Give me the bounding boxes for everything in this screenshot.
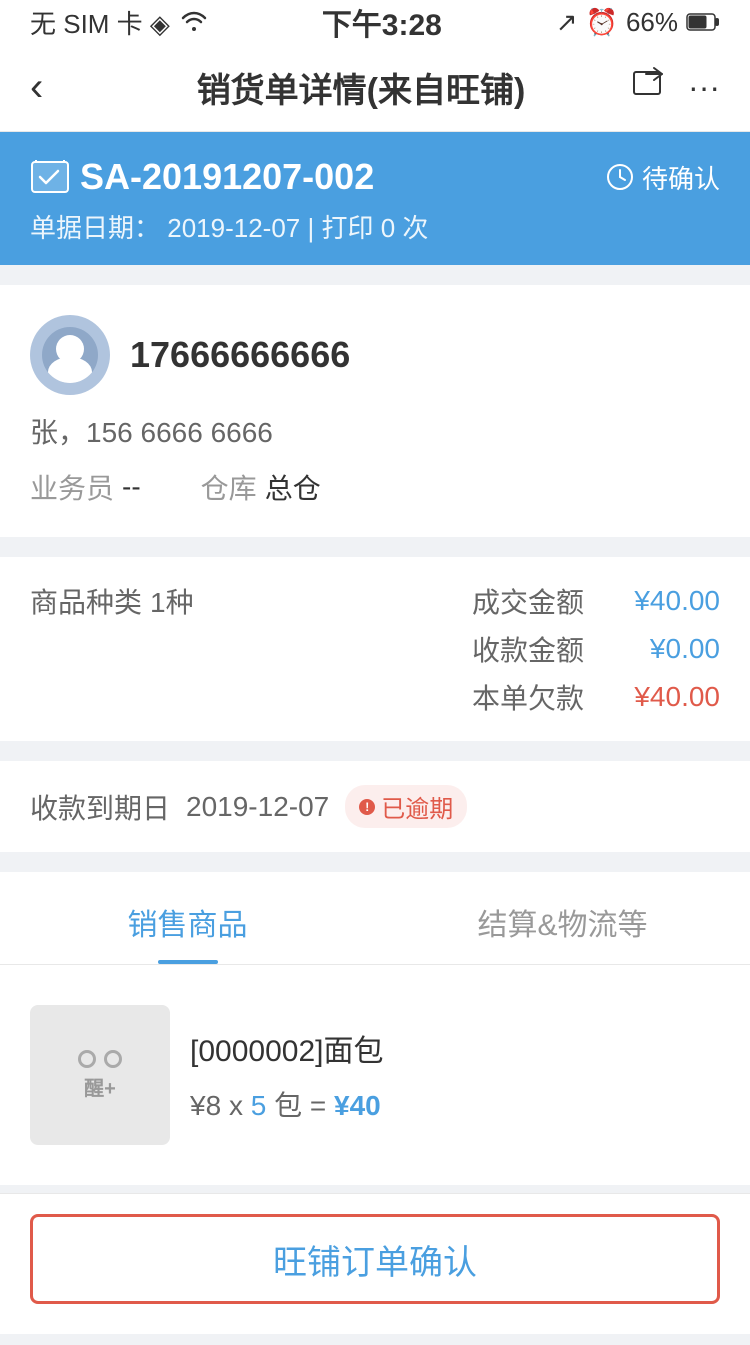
price-multiply: x: [229, 1090, 251, 1121]
sales-meta: 业务员 --: [30, 467, 141, 507]
amount-line-2: 收款金额 ¥0.00: [472, 629, 720, 669]
price-equals: =: [310, 1090, 334, 1121]
customer-top: 17666666666: [30, 315, 720, 395]
battery-percentage: 66%: [626, 7, 678, 38]
customer-meta: 业务员 -- 仓库 总仓: [30, 467, 720, 507]
customer-phone: 17666666666: [130, 334, 350, 376]
sales-label: 业务员: [30, 467, 114, 507]
amount-line-3: 本单欠款 ¥40.00: [472, 677, 720, 717]
share-button[interactable]: [632, 66, 668, 110]
more-button[interactable]: ···: [688, 69, 720, 106]
warehouse-value: 总仓: [265, 467, 321, 507]
avatar: [30, 315, 110, 395]
tab-sales-products[interactable]: 销售商品: [0, 872, 375, 964]
overdue-dot-icon: !: [359, 799, 375, 815]
back-button[interactable]: ‹: [30, 65, 90, 110]
location-icon: ↗: [556, 7, 578, 38]
product-unit: 包: [274, 1090, 302, 1121]
status-left: 无 SIM 卡 ◈: [30, 4, 208, 41]
amounts-right: 成交金额 ¥40.00 收款金额 ¥0.00 本单欠款 ¥40.00: [472, 581, 720, 717]
product-item: 醒+ [0000002]面包 ¥8 x 5 包 = ¥40: [30, 985, 720, 1165]
product-total: ¥40: [334, 1090, 381, 1121]
sales-value: --: [122, 471, 141, 503]
tab-sales-label: 销售商品: [128, 909, 248, 942]
order-status: 待确认: [606, 159, 720, 196]
order-id: SA-20191207-002: [30, 156, 374, 198]
amount-label-1: 成交金额: [472, 581, 584, 621]
status-bar: 无 SIM 卡 ◈ 下午3:28 ↗ ⏰ 66%: [0, 0, 750, 44]
warehouse-meta: 仓库 总仓: [201, 467, 321, 507]
owl-right-eye: [104, 1050, 122, 1068]
product-details: [0000002]面包 ¥8 x 5 包 = ¥40: [190, 1026, 720, 1124]
product-name: [0000002]面包: [190, 1026, 720, 1070]
product-types-label: 商品种类: [30, 581, 142, 621]
amounts-row: 商品种类 1种 成交金额 ¥40.00 收款金额 ¥0.00 本单欠款 ¥40.…: [30, 581, 720, 717]
product-unit-price: ¥8: [190, 1090, 221, 1121]
customer-section: 17666666666 张，156 6666 6666 业务员 -- 仓库 总仓: [0, 285, 750, 537]
product-price-line: ¥8 x 5 包 = ¥40: [190, 1084, 720, 1124]
no-sim-label: 无 SIM 卡 ◈: [30, 4, 170, 41]
product-thumbnail: 醒+: [30, 1005, 170, 1145]
status-right: ↗ ⏰ 66%: [556, 7, 720, 38]
amounts-section: 商品种类 1种 成交金额 ¥40.00 收款金额 ¥0.00 本单欠款 ¥40.…: [0, 557, 750, 741]
owl-left-eye: [78, 1050, 96, 1068]
product-types: 商品种类 1种: [30, 581, 194, 621]
nav-actions: ···: [632, 66, 720, 110]
battery-icon: [686, 7, 720, 38]
order-date: 单据日期： 2019-12-07 | 打印 0 次: [30, 208, 720, 245]
amount-label-2: 收款金额: [472, 629, 584, 669]
amounts-left: 商品种类 1种: [30, 581, 194, 621]
product-list: 醒+ [0000002]面包 ¥8 x 5 包 = ¥40: [0, 965, 750, 1185]
order-status-text: 待确认: [642, 159, 720, 196]
order-banner: SA-20191207-002 待确认 单据日期： 2019-12-07 | 打…: [0, 132, 750, 265]
confirm-order-button[interactable]: 旺铺订单确认: [30, 1214, 720, 1304]
due-date-label: 收款到期日: [30, 787, 170, 827]
amount-value-2: ¥0.00: [600, 633, 720, 665]
due-date-section: 收款到期日 2019-12-07 ! 已逾期: [0, 761, 750, 852]
amount-label-3: 本单欠款: [472, 677, 584, 717]
due-date-value: 2019-12-07: [186, 791, 329, 823]
amount-value-1: ¥40.00: [600, 585, 720, 617]
order-banner-top: SA-20191207-002 待确认: [30, 156, 720, 198]
warehouse-label: 仓库: [201, 467, 257, 507]
product-qty: 5: [251, 1090, 267, 1121]
alarm-icon: ⏰: [586, 7, 618, 38]
wifi-icon: [180, 7, 208, 38]
nav-bar: ‹ 销货单详情(来自旺铺) ···: [0, 44, 750, 132]
order-id-text: SA-20191207-002: [80, 156, 374, 198]
customer-name: 张，156 6666 6666: [30, 411, 720, 451]
owl-eyes-icon: [78, 1050, 122, 1068]
bottom-bar: 旺铺订单确认: [0, 1193, 750, 1334]
tabs-row: 销售商品 结算&物流等: [0, 872, 750, 965]
overdue-text: 已逾期: [381, 789, 453, 824]
owl-logo: 醒+: [78, 1050, 122, 1101]
product-thumb-inner: 醒+: [30, 1005, 170, 1145]
tab-settlement[interactable]: 结算&物流等: [375, 872, 750, 964]
tab-settlement-label: 结算&物流等: [477, 909, 647, 942]
overdue-badge: ! 已逾期: [345, 785, 467, 828]
status-time: 下午3:28: [322, 0, 442, 44]
amount-value-3: ¥40.00: [600, 681, 720, 713]
owl-logo-text: 醒+: [84, 1072, 116, 1101]
amount-line-1: 成交金额 ¥40.00: [472, 581, 720, 621]
page-title: 销货单详情(来自旺铺): [197, 63, 526, 112]
tabs-section: 销售商品 结算&物流等 醒+ [0000002]面包: [0, 872, 750, 1185]
product-types-value: 1种: [150, 581, 194, 621]
